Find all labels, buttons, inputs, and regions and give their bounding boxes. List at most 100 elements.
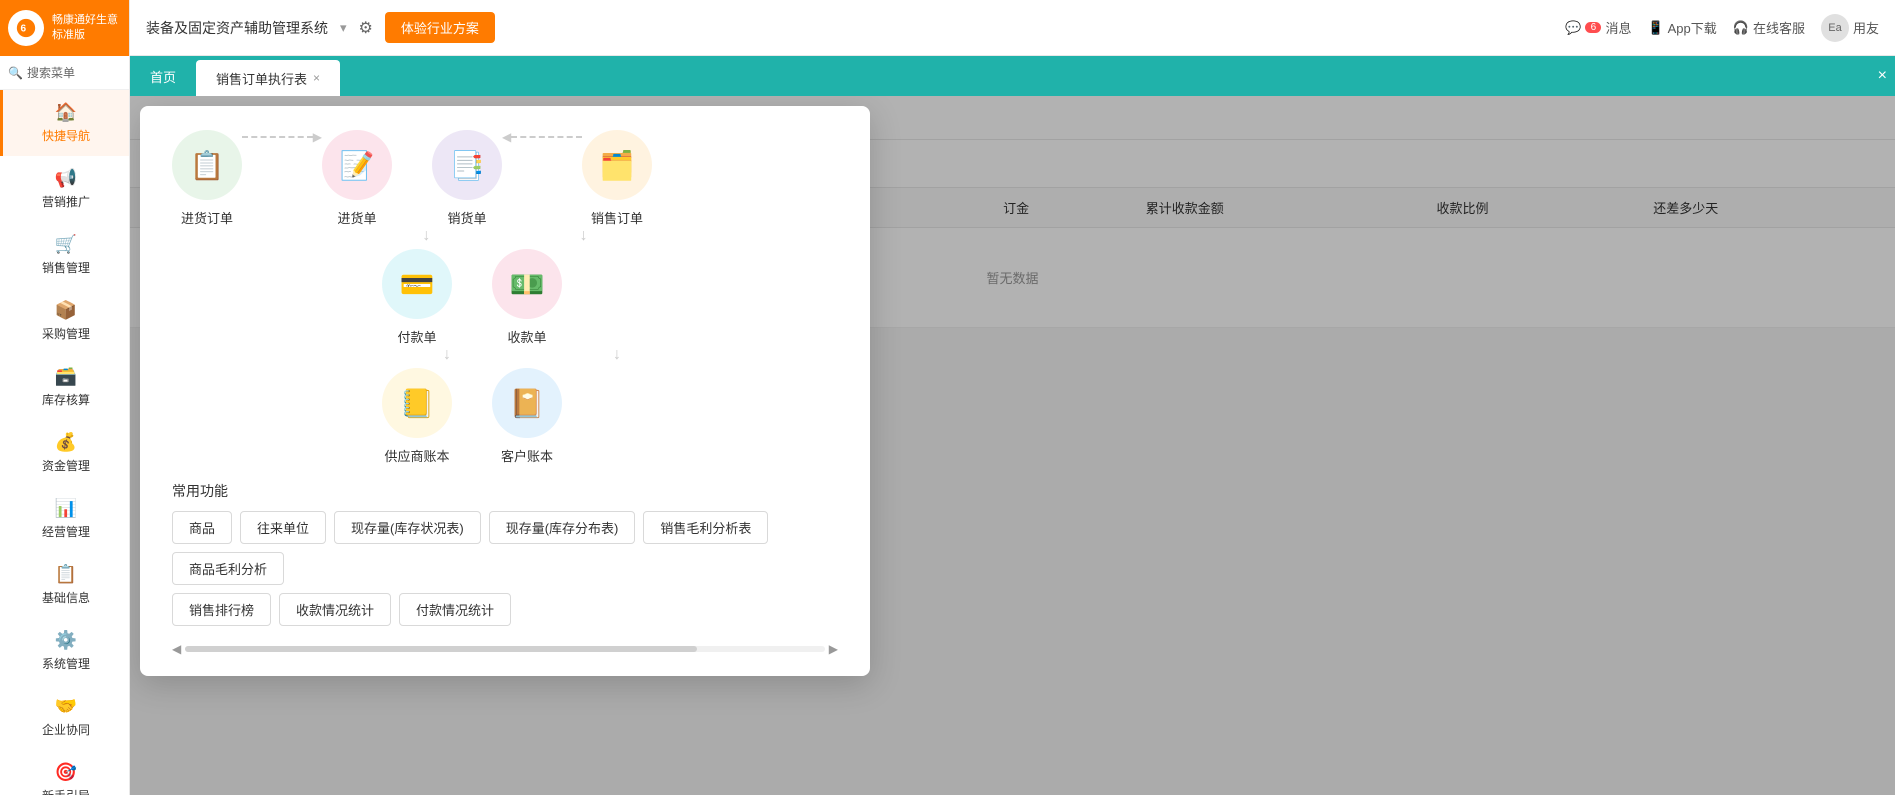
arrow-down-supplier: ↓ <box>382 346 512 364</box>
system-icon: ⚙️ <box>55 630 77 651</box>
flow-row-3: 📒 供应商账本 📔 客户账本 <box>172 368 838 465</box>
sidebar-nav: 🏠 快捷导航 📢 营销推广 🛒 销售管理 📦 采购管理 🗃️ 库存核算 💰 <box>0 90 129 795</box>
supplier-icon: 📒 <box>400 387 435 420</box>
user-item[interactable]: Ea 用友 <box>1821 14 1879 42</box>
flow-row-2: 💳 付款单 💵 收款单 <box>172 249 838 346</box>
sidebar-logo: 6 畅康通好生意 标准版 <box>0 0 129 56</box>
basic-info-icon: 📋 <box>55 564 77 585</box>
sidebar-item-system[interactable]: ⚙️ 系统管理 <box>0 618 129 684</box>
common-btn-counterpart[interactable]: 往来单位 <box>240 511 326 544</box>
common-btns-row2: 销售排行榜 收款情况统计 付款情况统计 <box>172 593 838 626</box>
modal-overlay: 📋 进货订单 ▶ 📝 <box>130 96 1895 795</box>
app-download-item[interactable]: 📱 App下载 <box>1647 18 1716 37</box>
sales-slip-circle: 📑 <box>432 130 502 200</box>
payment-circle: 💳 <box>382 249 452 319</box>
avatar: Ea <box>1821 14 1849 42</box>
sales-order-icon: 🗂️ <box>600 149 635 182</box>
flow-node-sales-slip[interactable]: 📑 销货单 <box>432 130 502 227</box>
modal-scrollbar[interactable]: ◀ ▶ <box>172 642 838 656</box>
common-btn-product-margin[interactable]: 商品毛利分析 <box>172 552 284 585</box>
customer-icon: 📔 <box>510 387 545 420</box>
settings-icon[interactable]: ⚙ <box>359 18 373 38</box>
scroll-track <box>185 646 825 652</box>
topbar-right: 💬 6 消息 📱 App下载 🎧 在线客服 Ea 用友 <box>1565 14 1879 42</box>
tab-bar: 首页 销售订单执行表 × × <box>130 56 1895 96</box>
common-btn-inventory-dist[interactable]: 现存量(库存分布表) <box>489 511 636 544</box>
flow-node-receipt[interactable]: 💵 收款单 <box>492 249 562 346</box>
common-btn-inventory-status[interactable]: 现存量(库存状况表) <box>334 511 481 544</box>
message-item[interactable]: 💬 6 消息 <box>1565 18 1631 37</box>
management-icon: 📊 <box>55 498 77 519</box>
flow-node-supplier[interactable]: 📒 供应商账本 <box>382 368 452 465</box>
flow-arrows-row2: ↓ ↓ <box>172 346 838 364</box>
payment-icon: 💳 <box>400 268 435 301</box>
topbar: 装备及固定资产辅助管理系统 ▾ ⚙ 体验行业方案 💬 6 消息 📱 App下载 … <box>130 0 1895 56</box>
arrow-down-payment: ↓ <box>366 227 486 245</box>
common-btn-sales-margin[interactable]: 销售毛利分析表 <box>643 511 768 544</box>
flow-arrows-row: ↓ ↓ <box>172 227 838 245</box>
sidebar: 6 畅康通好生意 标准版 🔍 搜索菜单 🏠 快捷导航 📢 营销推广 🛒 <box>0 0 130 795</box>
message-badge: 6 <box>1585 22 1601 33</box>
tab-sales-order[interactable]: 销售订单执行表 × <box>196 60 340 96</box>
common-btn-payment-stats[interactable]: 付款情况统计 <box>399 593 511 626</box>
logo-text: 畅康通好生意 标准版 <box>52 13 118 44</box>
sidebar-search[interactable]: 🔍 搜索菜单 <box>0 56 129 90</box>
sales-slip-icon: 📑 <box>450 149 485 182</box>
arrow-purchase-to-slip: ▶ <box>242 130 322 172</box>
sidebar-item-purchase[interactable]: 📦 采购管理 <box>0 288 129 354</box>
content-area: ❓ 帮助 🖨️ 按模板打印 ▾ ⬆️ 导出 🔄 刷新 <box>130 96 1895 795</box>
experience-btn[interactable]: 体验行业方案 <box>385 12 495 43</box>
flow-node-purchase-order[interactable]: 📋 进货订单 <box>172 130 242 227</box>
common-functions-title: 常用功能 <box>172 481 838 501</box>
sidebar-item-finance[interactable]: 💰 资金管理 <box>0 420 129 486</box>
tab-close-icon[interactable]: × <box>313 71 320 85</box>
purchase-order-circle: 📋 <box>172 130 242 200</box>
sidebar-item-basic-info[interactable]: 📋 基础信息 <box>0 552 129 618</box>
sidebar-item-inventory[interactable]: 🗃️ 库存核算 <box>0 354 129 420</box>
scroll-right-arrow[interactable]: ▶ <box>829 642 838 656</box>
purchase-slip-circle: 📝 <box>322 130 392 200</box>
common-btn-receipt-stats[interactable]: 收款情况统计 <box>279 593 391 626</box>
sidebar-item-marketing[interactable]: 📢 营销推广 <box>0 156 129 222</box>
purchase-icon: 📦 <box>55 300 77 321</box>
newbie-icon: 🎯 <box>55 762 77 783</box>
sales-order-circle: 🗂️ <box>582 130 652 200</box>
purchase-slip-icon: 📝 <box>340 149 375 182</box>
common-btn-sales-rank[interactable]: 销售排行榜 <box>172 593 271 626</box>
common-functions: 常用功能 商品 往来单位 现存量(库存状况表) 现存量(库存分布表) 销售毛利分… <box>172 481 838 626</box>
customer-circle: 📔 <box>492 368 562 438</box>
sidebar-item-enterprise[interactable]: 🤝 企业协同 <box>0 684 129 750</box>
search-icon: 🔍 <box>8 66 23 80</box>
flow-node-purchase-slip[interactable]: 📝 进货单 <box>322 130 392 227</box>
flow-row-1: 📋 进货订单 ▶ 📝 <box>172 130 838 227</box>
common-btns-row1: 商品 往来单位 现存量(库存状况表) 现存量(库存分布表) 销售毛利分析表 商品… <box>172 511 838 585</box>
common-btn-product[interactable]: 商品 <box>172 511 232 544</box>
sidebar-item-newbie[interactable]: 🎯 新手引导 <box>0 750 129 795</box>
sidebar-item-sales[interactable]: 🛒 销售管理 <box>0 222 129 288</box>
arrow-sales-order-to-slip: ◀ <box>502 130 582 172</box>
receipt-circle: 💵 <box>492 249 562 319</box>
inventory-icon: 🗃️ <box>55 366 77 387</box>
download-icon: 📱 <box>1647 20 1663 36</box>
purchase-order-icon: 📋 <box>190 149 225 182</box>
home-icon: 🏠 <box>55 102 77 123</box>
arrow-down-customer: ↓ <box>552 346 682 364</box>
chevron-down-icon[interactable]: ▾ <box>340 20 347 36</box>
enterprise-icon: 🤝 <box>55 696 77 717</box>
main-area: 装备及固定资产辅助管理系统 ▾ ⚙ 体验行业方案 💬 6 消息 📱 App下载 … <box>130 0 1895 795</box>
arrow-down-receipt: ↓ <box>524 227 644 245</box>
system-title: 装备及固定资产辅助管理系统 <box>146 18 328 38</box>
logo-icon: 6 <box>8 10 44 46</box>
tab-home[interactable]: 首页 <box>130 56 196 96</box>
tab-bar-close-icon[interactable]: × <box>1878 67 1887 85</box>
svg-text:6: 6 <box>21 24 27 35</box>
flow-node-customer[interactable]: 📔 客户账本 <box>492 368 562 465</box>
service-icon: 🎧 <box>1733 20 1749 36</box>
scroll-left-arrow[interactable]: ◀ <box>172 642 181 656</box>
flow-node-payment[interactable]: 💳 付款单 <box>382 249 452 346</box>
sidebar-item-management[interactable]: 📊 经营管理 <box>0 486 129 552</box>
sales-icon: 🛒 <box>55 234 77 255</box>
flow-node-sales-order[interactable]: 🗂️ 销售订单 <box>582 130 652 227</box>
online-service-item[interactable]: 🎧 在线客服 <box>1733 18 1805 37</box>
sidebar-item-quick-nav[interactable]: 🏠 快捷导航 <box>0 90 129 156</box>
